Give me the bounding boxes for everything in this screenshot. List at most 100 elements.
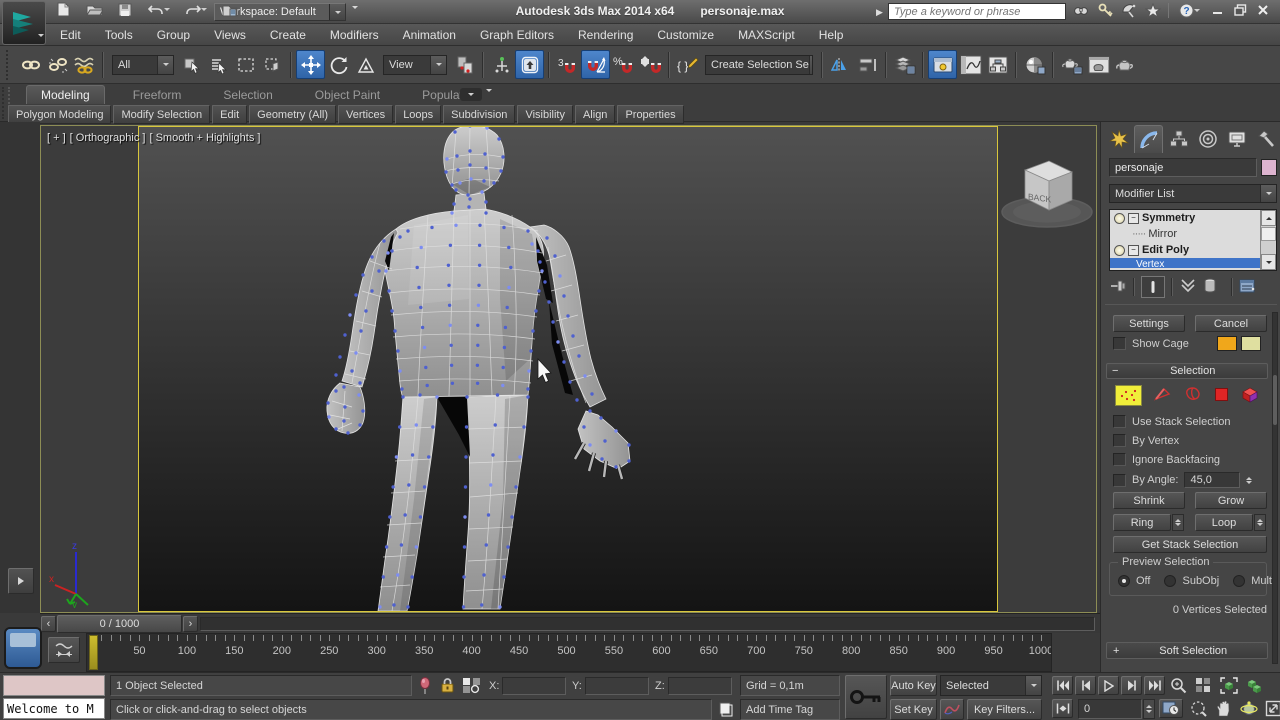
object-name-field[interactable]: personaje <box>1109 158 1257 177</box>
align-icon[interactable] <box>854 51 881 78</box>
select-and-manipulate-icon[interactable] <box>488 51 515 78</box>
keyboard-shortcut-override-icon[interactable] <box>515 50 544 79</box>
mirror-icon[interactable] <box>827 51 854 78</box>
search-icon[interactable] <box>1072 3 1090 18</box>
selection-rollout-header[interactable]: − Selection <box>1106 363 1268 379</box>
remove-modifier-icon[interactable] <box>1203 278 1217 297</box>
help-icon[interactable]: ? <box>1176 3 1202 18</box>
minimize-button[interactable] <box>1212 4 1224 19</box>
help-flyout-caret[interactable] <box>1193 9 1200 15</box>
stack-scroll-up[interactable] <box>1261 210 1276 226</box>
time-slider-prev-button[interactable]: ‹ <box>41 616 56 632</box>
z-coordinate-field[interactable] <box>668 677 732 695</box>
selection-lock-toggle-icon[interactable] <box>440 677 455 697</box>
tab-motion[interactable] <box>1194 125 1221 152</box>
time-slider-frame-marker[interactable] <box>89 635 98 670</box>
auto-key-button[interactable]: Auto Key <box>890 675 937 696</box>
show-end-result-icon[interactable] <box>1141 276 1165 298</box>
viewcube[interactable]: BACK <box>997 148 1097 240</box>
zoom-extents-icon[interactable] <box>1218 676 1239 695</box>
track-bar-ruler[interactable]: 0501001502002503003504004505005506006507… <box>86 633 1052 672</box>
zoom-extents-all-icon[interactable] <box>1243 676 1264 695</box>
edit-named-selection-sets-icon[interactable]: { } <box>674 51 701 78</box>
tab-display[interactable] <box>1223 125 1250 152</box>
open-mini-curve-editor-button[interactable] <box>48 637 80 663</box>
show-cage-checkbox[interactable] <box>1113 337 1126 350</box>
viewport-label[interactable]: [ + ] [ Orthographic ] [ Smooth + Highli… <box>47 132 260 144</box>
render-production-icon[interactable] <box>1112 51 1139 78</box>
layer-manager-icon[interactable] <box>891 51 918 78</box>
previous-frame-button[interactable] <box>1075 676 1096 695</box>
material-editor-icon[interactable] <box>1021 51 1048 78</box>
stack-scroll-down[interactable] <box>1261 254 1276 270</box>
ribbon-panel-properties[interactable]: Properties <box>617 105 684 124</box>
curve-editor-icon[interactable] <box>957 51 984 78</box>
preview-multi-radio[interactable] <box>1233 575 1246 587</box>
render-setup-icon[interactable] <box>1058 51 1085 78</box>
pin-stack-icon[interactable] <box>1109 278 1127 297</box>
menu-customize[interactable]: Customize <box>645 28 726 42</box>
window-crossing-toggle-icon[interactable] <box>259 51 286 78</box>
object-color-swatch[interactable] <box>1261 159 1277 176</box>
set-keys-button[interactable] <box>845 675 887 719</box>
cancel-button[interactable]: Cancel <box>1195 315 1267 332</box>
select-and-move-icon[interactable] <box>296 50 325 79</box>
next-frame-button[interactable] <box>1121 676 1142 695</box>
favorites-star-icon[interactable] <box>1144 3 1161 18</box>
ribbon-panel-loops[interactable]: Loops <box>395 105 442 124</box>
angle-snap-toggle-icon[interactable] <box>581 50 610 79</box>
ribbon-panel-visibility[interactable]: Visibility <box>517 105 573 124</box>
ribbon-panel-vertices[interactable]: Vertices <box>338 105 394 124</box>
add-time-tag-field[interactable]: Add Time Tag <box>740 699 840 720</box>
open-file-button[interactable] <box>83 2 105 17</box>
select-and-link-icon[interactable] <box>17 51 44 78</box>
ribbon-tab-selection[interactable]: Selection <box>209 86 286 104</box>
key-filters-button[interactable]: Key Filters... <box>967 699 1042 720</box>
get-stack-selection-button[interactable]: Get Stack Selection <box>1113 536 1267 553</box>
menu-rendering[interactable]: Rendering <box>566 28 645 42</box>
stack-scrollbar[interactable] <box>1260 210 1276 270</box>
ribbon-panel-align[interactable]: Align <box>574 105 616 124</box>
ribbon-panel-subdivision[interactable]: Subdivision <box>443 105 516 124</box>
ribbon-panel-modify-selection[interactable]: Modify Selection <box>113 105 211 124</box>
reference-coordinate-dropdown[interactable]: View <box>383 54 447 75</box>
go-to-start-button[interactable] <box>1052 676 1073 695</box>
make-unique-icon[interactable] <box>1179 278 1197 297</box>
menu-views[interactable]: Views <box>202 28 258 42</box>
ignore-backfacing-checkbox[interactable] <box>1113 453 1126 466</box>
project-folder-button[interactable] <box>219 2 241 17</box>
loop-button[interactable]: Loop <box>1195 514 1253 531</box>
preview-subobj-radio[interactable] <box>1164 575 1177 587</box>
viewport-render-region[interactable] <box>138 126 998 612</box>
element-subobject-icon[interactable] <box>1241 386 1259 406</box>
menu-help[interactable]: Help <box>807 28 856 42</box>
restore-button[interactable] <box>1234 4 1247 19</box>
viewport-shading-menu[interactable]: [ Smooth + Highlights ] <box>149 132 260 144</box>
by-angle-spinner[interactable] <box>1246 474 1253 487</box>
sign-in-key-icon[interactable] <box>1097 3 1113 18</box>
menu-edit[interactable]: Edit <box>48 28 93 42</box>
stack-row-vertex-selected[interactable]: Vertex <box>1110 258 1260 268</box>
zoom-all-icon[interactable] <box>1193 676 1214 695</box>
by-angle-input[interactable]: 45,0 <box>1184 472 1241 488</box>
soft-selection-rollout-header[interactable]: + Soft Selection <box>1106 642 1268 659</box>
by-vertex-checkbox[interactable] <box>1113 434 1126 447</box>
select-by-name-icon[interactable] <box>205 51 232 78</box>
zoom-region-icon[interactable] <box>1188 699 1209 718</box>
workspace-flyout-caret[interactable] <box>352 6 358 24</box>
default-in-out-tangents-button[interactable] <box>940 699 964 720</box>
zoom-icon[interactable] <box>1168 676 1189 695</box>
modifier-stack[interactable]: − Symmetry ····· Mirror − Edit Poly Vert… <box>1109 209 1277 271</box>
shrink-button[interactable]: Shrink <box>1113 492 1185 509</box>
macro-recorder-field[interactable] <box>3 675 105 696</box>
tab-create[interactable] <box>1105 125 1132 152</box>
unlink-selection-icon[interactable] <box>44 51 71 78</box>
undo-button[interactable] <box>145 2 173 17</box>
ribbon-panel-edit[interactable]: Edit <box>212 105 248 124</box>
polygon-subobject-icon[interactable] <box>1214 387 1229 405</box>
border-subobject-icon[interactable] <box>1184 386 1202 405</box>
viewport-general-menu[interactable]: [ + ] <box>47 132 66 144</box>
toggle-ribbon-icon[interactable] <box>928 50 957 79</box>
stack-row-editpoly[interactable]: − Edit Poly <box>1110 242 1260 258</box>
pan-view-icon[interactable] <box>1213 699 1234 718</box>
